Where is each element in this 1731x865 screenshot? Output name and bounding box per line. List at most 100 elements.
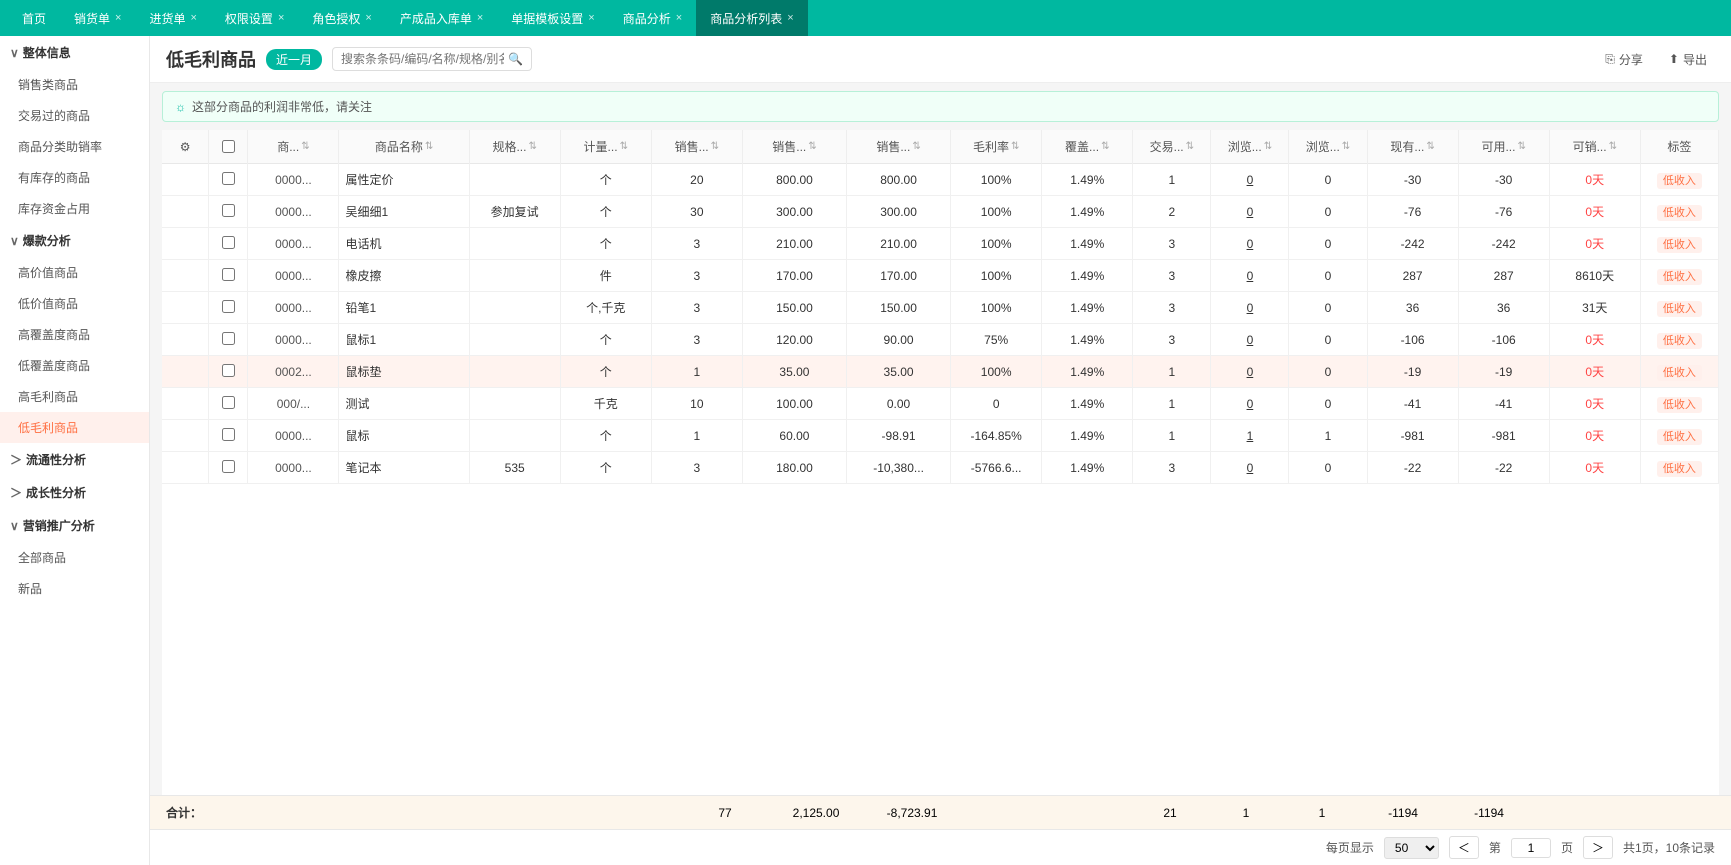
sidebar-item-high-margin[interactable]: 高毛利商品 [0, 381, 149, 412]
sidebar-group-flow-analysis[interactable]: ＞ 流通性分析 [0, 443, 149, 476]
row-checkbox[interactable] [209, 196, 248, 228]
page-number-input[interactable] [1511, 838, 1551, 858]
row-select-checkbox[interactable] [222, 396, 235, 409]
row-name[interactable]: 吴细细1 [339, 196, 469, 228]
col-view1[interactable]: 浏览... ⇅ [1211, 130, 1289, 164]
row-checkbox[interactable] [209, 356, 248, 388]
row-select-checkbox[interactable] [222, 172, 235, 185]
share-button[interactable]: ⎘ 分享 [1597, 47, 1651, 72]
prev-page-button[interactable]: ＜ [1449, 836, 1479, 859]
col-view2[interactable]: 浏览... ⇅ [1289, 130, 1367, 164]
page-size-select[interactable]: 50 100 200 [1384, 837, 1439, 859]
col-tag[interactable]: 标签 [1640, 130, 1718, 164]
sidebar-group-growth-analysis[interactable]: ＞ 成长性分析 [0, 476, 149, 509]
close-icon[interactable]: × [278, 12, 284, 24]
col-sale-price[interactable]: 销售... ⇅ [742, 130, 846, 164]
col-spec[interactable]: 规格... ⇅ [469, 130, 560, 164]
row-view1[interactable]: 1 [1211, 420, 1289, 452]
sidebar-group-hot-analysis[interactable]: ∨ 爆款分析 [0, 224, 149, 257]
sidebar-item-new-products[interactable]: 新品 [0, 573, 149, 604]
col-trade[interactable]: 交易... ⇅ [1133, 130, 1211, 164]
row-select-checkbox[interactable] [222, 364, 235, 377]
sidebar-group-marketing-analysis[interactable]: ∨ 营销推广分析 [0, 509, 149, 542]
close-icon[interactable]: × [676, 12, 682, 24]
row-name[interactable]: 鼠标垫 [339, 356, 469, 388]
col-available[interactable]: 可用... ⇅ [1458, 130, 1549, 164]
export-button[interactable]: ⬆ 导出 [1661, 47, 1715, 72]
sidebar-item-low-coverage[interactable]: 低覆盖度商品 [0, 350, 149, 381]
row-select-checkbox[interactable] [222, 236, 235, 249]
sidebar-item-all-products[interactable]: 全部商品 [0, 542, 149, 573]
row-select-checkbox[interactable] [222, 460, 235, 473]
sidebar-item-low-value[interactable]: 低价值商品 [0, 288, 149, 319]
col-code[interactable]: 商... ⇅ [248, 130, 339, 164]
close-icon[interactable]: × [588, 12, 594, 24]
sidebar-item-stock-capital[interactable]: 库存资金占用 [0, 193, 149, 224]
sidebar-item-high-value[interactable]: 高价值商品 [0, 257, 149, 288]
next-page-button[interactable]: ＞ [1583, 836, 1613, 859]
nav-permission[interactable]: 权限设置 × [211, 0, 298, 36]
close-icon[interactable]: × [787, 12, 793, 24]
row-checkbox[interactable] [209, 420, 248, 452]
row-view1[interactable]: 0 [1211, 452, 1289, 484]
row-checkbox[interactable] [209, 228, 248, 260]
row-name[interactable]: 测试 [339, 388, 469, 420]
select-all-checkbox[interactable] [222, 140, 235, 153]
row-checkbox[interactable] [209, 164, 248, 196]
nav-home[interactable]: 首页 [8, 0, 60, 36]
row-name[interactable]: 鼠标1 [339, 324, 469, 356]
col-coverage[interactable]: 覆盖... ⇅ [1042, 130, 1133, 164]
col-checkbox[interactable] [209, 130, 248, 164]
row-view1[interactable]: 0 [1211, 228, 1289, 260]
sidebar-item-in-stock[interactable]: 有库存的商品 [0, 162, 149, 193]
sidebar-item-traded-products[interactable]: 交易过的商品 [0, 100, 149, 131]
row-view1[interactable]: 0 [1211, 260, 1289, 292]
row-name[interactable]: 笔记本 [339, 452, 469, 484]
search-box[interactable]: 🔍 [332, 47, 532, 71]
nav-sales-order[interactable]: 销货单 × [60, 0, 135, 36]
row-name[interactable]: 鼠标 [339, 420, 469, 452]
search-input[interactable] [341, 52, 504, 66]
close-icon[interactable]: × [477, 12, 483, 24]
row-name[interactable]: 橡皮擦 [339, 260, 469, 292]
col-gross-margin[interactable]: 毛利率 ⇅ [951, 130, 1042, 164]
close-icon[interactable]: × [115, 12, 121, 24]
row-name[interactable]: 电话机 [339, 228, 469, 260]
col-saleable[interactable]: 可销... ⇅ [1549, 130, 1640, 164]
row-view1[interactable]: 0 [1211, 292, 1289, 324]
sidebar-item-low-margin[interactable]: 低毛利商品 [0, 412, 149, 443]
nav-product-analysis-list[interactable]: 商品分析列表 × [696, 0, 807, 36]
row-name[interactable]: 属性定价 [339, 164, 469, 196]
nav-product-instock[interactable]: 产成品入库单 × [386, 0, 497, 36]
row-select-checkbox[interactable] [222, 268, 235, 281]
row-view1[interactable]: 0 [1211, 388, 1289, 420]
row-view1[interactable]: 0 [1211, 196, 1289, 228]
nav-purchase-order[interactable]: 进货单 × [135, 0, 210, 36]
nav-product-analysis[interactable]: 商品分析 × [609, 0, 696, 36]
row-checkbox[interactable] [209, 260, 248, 292]
date-range-tag[interactable]: 近一月 [266, 49, 322, 70]
sidebar-item-high-coverage[interactable]: 高覆盖度商品 [0, 319, 149, 350]
nav-role-auth[interactable]: 角色授权 × [298, 0, 385, 36]
close-icon[interactable]: × [365, 12, 371, 24]
row-select-checkbox[interactable] [222, 332, 235, 345]
col-sale-amount[interactable]: 销售... ⇅ [847, 130, 951, 164]
col-settings[interactable]: ⚙ [162, 130, 209, 164]
col-sale-qty[interactable]: 销售... ⇅ [651, 130, 742, 164]
row-checkbox[interactable] [209, 324, 248, 356]
row-checkbox[interactable] [209, 388, 248, 420]
row-select-checkbox[interactable] [222, 204, 235, 217]
row-view1[interactable]: 0 [1211, 324, 1289, 356]
row-select-checkbox[interactable] [222, 428, 235, 441]
search-icon[interactable]: 🔍 [508, 52, 523, 66]
sidebar-item-sales-products[interactable]: 销售类商品 [0, 69, 149, 100]
sidebar-group-general-info[interactable]: ∨ 整体信息 [0, 36, 149, 69]
row-view1[interactable]: 0 [1211, 356, 1289, 388]
row-select-checkbox[interactable] [222, 300, 235, 313]
col-unit[interactable]: 计量... ⇅ [560, 130, 651, 164]
row-view1[interactable]: 0 [1211, 164, 1289, 196]
row-checkbox[interactable] [209, 292, 248, 324]
sidebar-item-category-rate[interactable]: 商品分类助销率 [0, 131, 149, 162]
col-name[interactable]: 商品名称 ⇅ [339, 130, 469, 164]
row-checkbox[interactable] [209, 452, 248, 484]
